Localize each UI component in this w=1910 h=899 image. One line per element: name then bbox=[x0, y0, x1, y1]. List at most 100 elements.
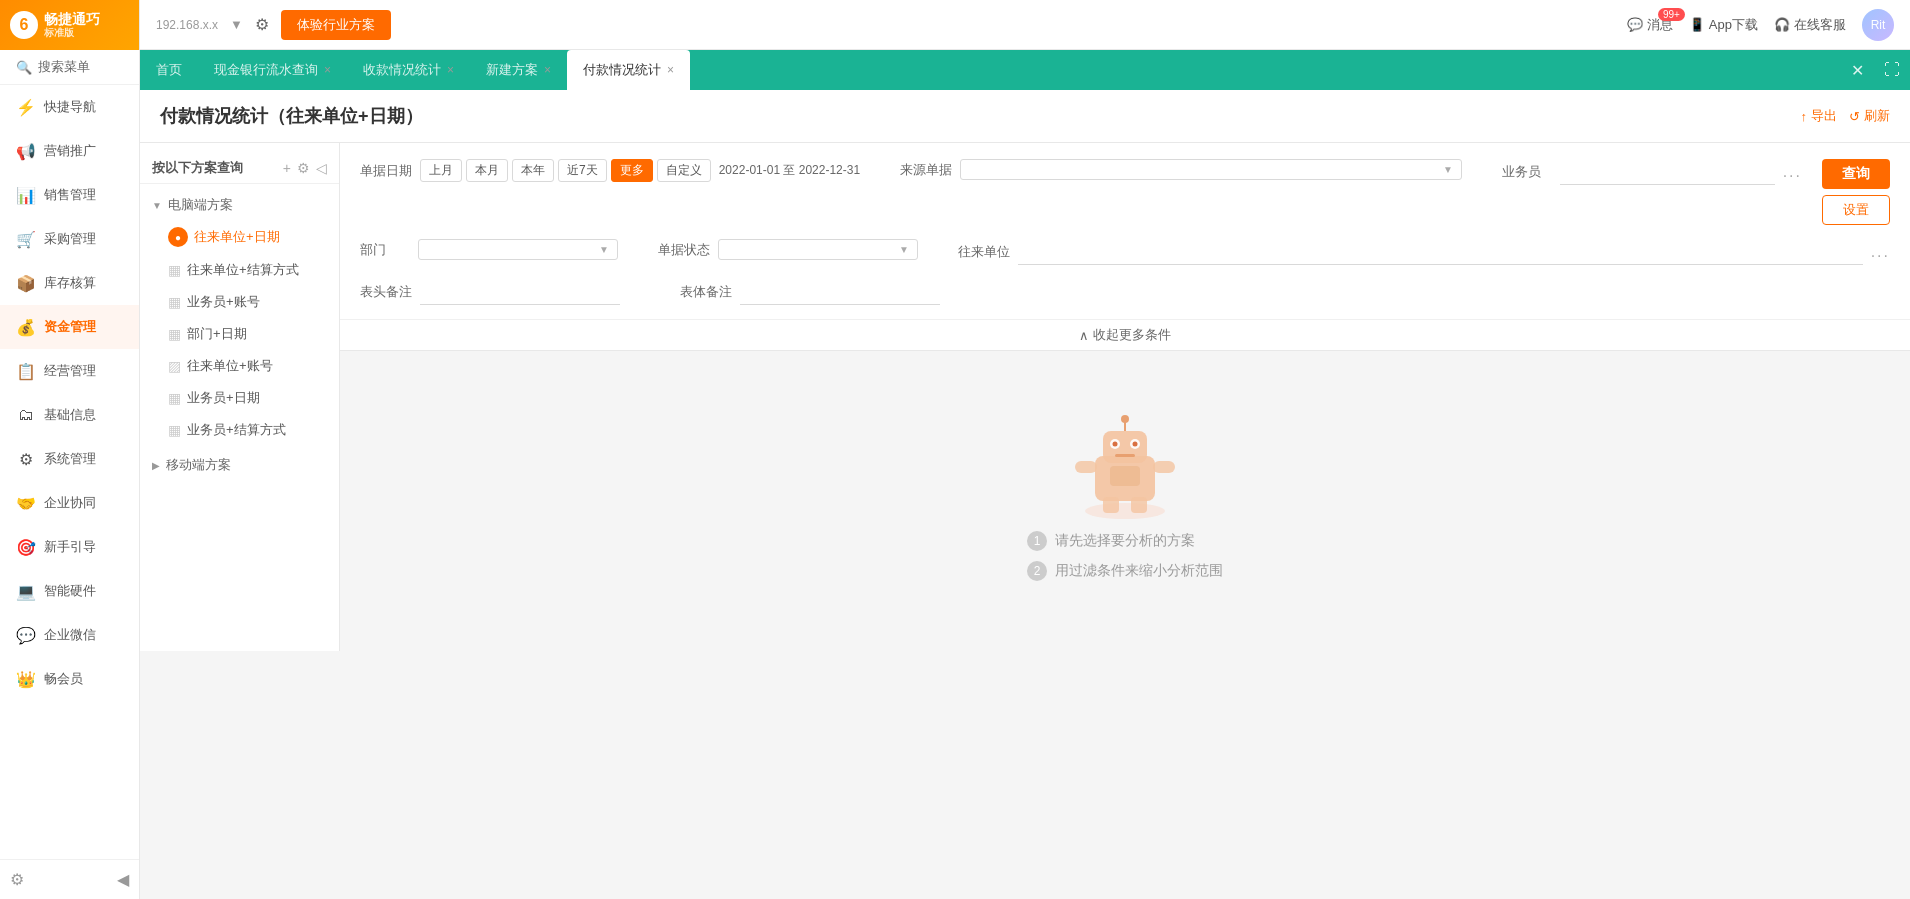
refresh-button[interactable]: ↺ 刷新 bbox=[1849, 107, 1890, 125]
page-content: 付款情况统计（往来单位+日期） ↑ 导出 ↺ 刷新 按以下方案查询 + bbox=[140, 90, 1910, 899]
sidebar-item-marketing[interactable]: 📢 营销推广 bbox=[0, 129, 139, 173]
empty-step-1: 1 请先选择要分析的方案 bbox=[1027, 531, 1223, 551]
last-month-btn[interactable]: 上月 bbox=[420, 159, 462, 182]
main: 192.168.x.x ▼ ⚙ 体验行业方案 💬 消息 99+ 📱 App下载 … bbox=[140, 0, 1910, 899]
sidebar-item-wechat[interactable]: 💬 企业微信 bbox=[0, 613, 139, 657]
source-select[interactable]: ▼ bbox=[960, 159, 1462, 180]
filter-source: 来源单据 ▼ bbox=[900, 159, 1462, 180]
chevron-down-icon: ▼ bbox=[152, 200, 162, 211]
search-icon: 🔍 bbox=[16, 60, 32, 75]
wechat-icon: 💬 bbox=[16, 625, 36, 645]
this-year-btn[interactable]: 本年 bbox=[512, 159, 554, 182]
scheme-panel-header: 按以下方案查询 + ⚙ ◁ bbox=[140, 153, 339, 184]
sidebar-item-basic[interactable]: 🗂 基础信息 bbox=[0, 393, 139, 437]
close-tab-action[interactable]: ✕ bbox=[1841, 61, 1874, 80]
scheme-item-unit-account[interactable]: ▨ 往来单位+账号 bbox=[140, 350, 339, 382]
settings-button[interactable]: 设置 bbox=[1822, 195, 1890, 225]
svg-rect-2 bbox=[1103, 431, 1147, 463]
body-note-input[interactable] bbox=[740, 279, 940, 305]
scheme-item-staff-payment[interactable]: ▦ 业务员+结算方式 bbox=[140, 414, 339, 446]
last7-btn[interactable]: 近7天 bbox=[558, 159, 607, 182]
scheme-item-unit-payment[interactable]: ▦ 往来单位+结算方式 bbox=[140, 254, 339, 286]
more-btn[interactable]: 更多 bbox=[611, 159, 653, 182]
tab-receipts[interactable]: 收款情况统计 × bbox=[347, 50, 470, 90]
topbar-gear-button[interactable]: ⚙ bbox=[255, 15, 269, 34]
capital-icon: 💰 bbox=[16, 317, 36, 337]
date-range-display: 2022-01-01 至 2022-12-31 bbox=[719, 162, 860, 179]
scheme-settings-button[interactable]: ⚙ bbox=[297, 160, 310, 176]
active-scheme-icon: ● bbox=[168, 227, 188, 247]
this-month-btn[interactable]: 本月 bbox=[466, 159, 508, 182]
robot-svg bbox=[1065, 411, 1185, 521]
header-note-input[interactable] bbox=[420, 279, 620, 305]
scheme-item-staff-account[interactable]: ▦ 业务员+账号 bbox=[140, 286, 339, 318]
dept-select[interactable]: ▼ bbox=[418, 239, 618, 260]
system-icon: ⚙ bbox=[16, 449, 36, 469]
sidebar-item-sales[interactable]: 📊 销售管理 bbox=[0, 173, 139, 217]
close-payments-tab[interactable]: × bbox=[667, 63, 674, 77]
page-title: 付款情况统计（往来单位+日期） bbox=[160, 104, 423, 128]
sidebar-item-hardware[interactable]: 💻 智能硬件 bbox=[0, 569, 139, 613]
avatar: Rit bbox=[1862, 9, 1894, 41]
collapse-filters-button[interactable]: ∧ 收起更多条件 bbox=[340, 319, 1910, 350]
app-download-button[interactable]: 📱 App下载 bbox=[1689, 16, 1758, 34]
partner-dots-button[interactable]: ... bbox=[1871, 243, 1890, 261]
scheme-item-unit-date[interactable]: ● 往来单位+日期 bbox=[140, 220, 339, 254]
sidebar-item-corp[interactable]: 🤝 企业协同 bbox=[0, 481, 139, 525]
tab-newscheme[interactable]: 新建方案 × bbox=[470, 50, 567, 90]
search-menu[interactable]: 🔍 搜索菜单 bbox=[0, 50, 139, 85]
sidebar-item-capital[interactable]: 💰 资金管理 bbox=[0, 305, 139, 349]
message-button[interactable]: 💬 消息 99+ bbox=[1627, 16, 1673, 34]
close-receipts-tab[interactable]: × bbox=[447, 63, 454, 77]
filter-date: 单据日期 上月 本月 本年 近7天 更多 自定义 2022-01-01 至 20… bbox=[360, 159, 860, 182]
sidebar-item-inventory[interactable]: 📦 库存核算 bbox=[0, 261, 139, 305]
scheme-item-dept-date[interactable]: ▦ 部门+日期 bbox=[140, 318, 339, 350]
partner-input-line[interactable] bbox=[1018, 239, 1863, 265]
export-icon: ↑ bbox=[1801, 109, 1808, 124]
operation-icon: 📋 bbox=[16, 361, 36, 381]
body-note-label: 表体备注 bbox=[680, 283, 732, 301]
sidebar-item-system[interactable]: ⚙ 系统管理 bbox=[0, 437, 139, 481]
scheme-group-mobile-header[interactable]: ▶ 移动端方案 bbox=[140, 450, 339, 480]
staff-dots-button[interactable]: ... bbox=[1783, 163, 1802, 181]
trial-button[interactable]: 体验行业方案 bbox=[281, 10, 391, 40]
svg-rect-13 bbox=[1131, 497, 1147, 513]
service-button[interactable]: 🎧 在线客服 bbox=[1774, 16, 1846, 34]
doc-status-select[interactable]: ▼ bbox=[718, 239, 918, 260]
message-badge: 99+ bbox=[1658, 8, 1685, 21]
sidebar-item-shortcut[interactable]: ⚡ 快捷导航 bbox=[0, 85, 139, 129]
maximize-tab-action[interactable]: ⛶ bbox=[1874, 61, 1910, 79]
tab-cashflow[interactable]: 现金银行流水查询 × bbox=[198, 50, 347, 90]
sidebar-item-purchase[interactable]: 🛒 采购管理 bbox=[0, 217, 139, 261]
svg-rect-11 bbox=[1153, 461, 1175, 473]
table-icon-5: ▦ bbox=[168, 422, 181, 438]
scheme-panel-icons: + ⚙ ◁ bbox=[283, 160, 327, 176]
step-1-num: 1 bbox=[1027, 531, 1047, 551]
staff-input-line[interactable] bbox=[1560, 159, 1775, 185]
settings-footer-button[interactable]: ⚙ bbox=[10, 870, 24, 889]
query-button[interactable]: 查询 bbox=[1822, 159, 1890, 189]
scheme-group-desktop-header[interactable]: ▼ 电脑端方案 bbox=[140, 190, 339, 220]
export-button[interactable]: ↑ 导出 bbox=[1801, 107, 1838, 125]
sidebar-item-guide[interactable]: 🎯 新手引导 bbox=[0, 525, 139, 569]
filter-body-note: 表体备注 bbox=[680, 279, 940, 305]
custom-btn[interactable]: 自定义 bbox=[657, 159, 711, 182]
filter-section: 单据日期 上月 本月 本年 近7天 更多 自定义 2022-01-01 至 20… bbox=[340, 143, 1910, 351]
sidebar-item-member[interactable]: 👑 畅会员 bbox=[0, 657, 139, 701]
svg-rect-9 bbox=[1115, 454, 1135, 457]
scheme-item-staff-date[interactable]: ▦ 业务员+日期 bbox=[140, 382, 339, 414]
collapse-sidebar-button[interactable]: ◀ bbox=[117, 870, 129, 889]
user-menu[interactable]: Rit bbox=[1862, 9, 1894, 41]
chevron-down-docstatus-icon: ▼ bbox=[899, 244, 909, 255]
guide-icon: 🎯 bbox=[16, 537, 36, 557]
filter-doc-status: 单据状态 ▼ bbox=[658, 239, 918, 260]
tab-home[interactable]: 首页 bbox=[140, 50, 198, 90]
close-cashflow-tab[interactable]: × bbox=[324, 63, 331, 77]
scheme-panel: 按以下方案查询 + ⚙ ◁ ▼ 电脑端方案 ● bbox=[140, 143, 340, 651]
collapse-icon: ∧ bbox=[1079, 328, 1089, 343]
add-scheme-button[interactable]: + bbox=[283, 160, 291, 176]
sidebar-item-operation[interactable]: 📋 经营管理 bbox=[0, 349, 139, 393]
close-newscheme-tab[interactable]: × bbox=[544, 63, 551, 77]
tab-payments[interactable]: 付款情况统计 × bbox=[567, 50, 690, 90]
collapse-scheme-button[interactable]: ◁ bbox=[316, 160, 327, 176]
